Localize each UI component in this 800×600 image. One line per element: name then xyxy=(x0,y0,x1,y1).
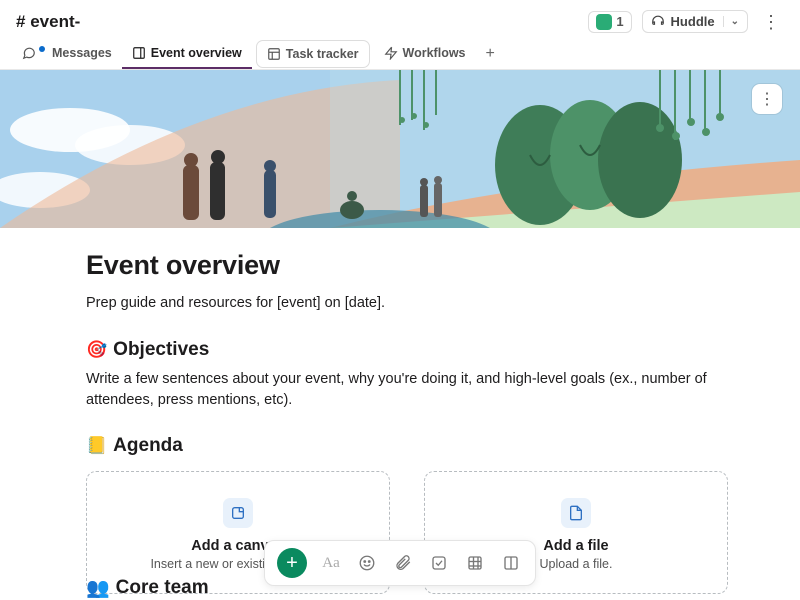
tab-task-tracker[interactable]: Task tracker xyxy=(256,40,370,68)
page-title[interactable]: Event overview xyxy=(86,250,728,281)
canvas-icon xyxy=(132,46,146,60)
toolbar-attach-button[interactable] xyxy=(391,551,415,575)
member-count-button[interactable]: 1 xyxy=(588,11,631,33)
file-add-icon xyxy=(561,498,591,528)
chevron-down-icon[interactable]: ⌄ xyxy=(723,16,739,27)
people-icon: 👥 xyxy=(86,576,110,600)
table-icon xyxy=(466,554,484,572)
toolbar-layout-button[interactable] xyxy=(499,551,523,575)
objectives-heading[interactable]: 🎯 Objectives xyxy=(86,339,728,361)
avatar-icon xyxy=(596,14,612,30)
workflow-icon xyxy=(384,46,398,60)
more-actions-button[interactable]: ⋮ xyxy=(758,13,784,31)
tab-event-overview-label: Event overview xyxy=(151,46,242,60)
toolbar-emoji-button[interactable] xyxy=(355,551,379,575)
list-icon xyxy=(267,47,281,61)
tab-workflows[interactable]: Workflows xyxy=(374,39,476,69)
toolbar-table-button[interactable] xyxy=(463,551,487,575)
tab-event-overview[interactable]: Event overview xyxy=(122,39,252,69)
tab-workflows-label: Workflows xyxy=(403,46,466,60)
core-team-heading[interactable]: 👥 Core team xyxy=(86,576,209,600)
unread-dot-icon xyxy=(39,46,45,52)
core-team-heading-text: Core team xyxy=(116,577,209,599)
channel-tabs: Messages Event overview Task tracker Wor… xyxy=(0,39,800,70)
tab-messages-label: Messages xyxy=(52,46,112,60)
floating-toolbar: + Aa xyxy=(264,540,536,586)
huddle-button[interactable]: Huddle ⌄ xyxy=(642,10,748,33)
tab-messages[interactable]: Messages xyxy=(12,39,122,69)
banner-image: ⋮ xyxy=(0,70,800,228)
message-icon xyxy=(22,46,36,60)
agenda-heading[interactable]: 📒 Agenda xyxy=(86,435,728,457)
channel-name-text: event- xyxy=(30,12,80,31)
banner-options-button[interactable]: ⋮ xyxy=(752,84,782,114)
paperclip-icon xyxy=(394,554,412,572)
smile-icon xyxy=(358,554,376,572)
objectives-body[interactable]: Write a few sentences about your event, … xyxy=(86,369,728,411)
add-tab-button[interactable]: + xyxy=(476,39,505,69)
toolbar-checkbox-button[interactable] xyxy=(427,551,451,575)
toolbar-format-button[interactable]: Aa xyxy=(319,551,343,575)
toolbar-add-button[interactable]: + xyxy=(277,548,307,578)
channel-title[interactable]: # event- xyxy=(16,12,80,32)
headphones-icon xyxy=(651,15,665,29)
bookmark-icon: 📒 xyxy=(86,436,107,456)
objectives-heading-text: Objectives xyxy=(113,339,209,361)
agenda-heading-text: Agenda xyxy=(113,435,183,457)
canvas-add-icon xyxy=(223,498,253,528)
page-subtitle[interactable]: Prep guide and resources for [event] on … xyxy=(86,295,728,311)
columns-icon xyxy=(502,554,520,572)
huddle-label: Huddle xyxy=(671,14,715,29)
target-icon: 🎯 xyxy=(86,340,107,360)
checkbox-icon xyxy=(430,554,448,572)
tab-task-tracker-label: Task tracker xyxy=(286,47,359,61)
member-count-text: 1 xyxy=(616,14,623,29)
